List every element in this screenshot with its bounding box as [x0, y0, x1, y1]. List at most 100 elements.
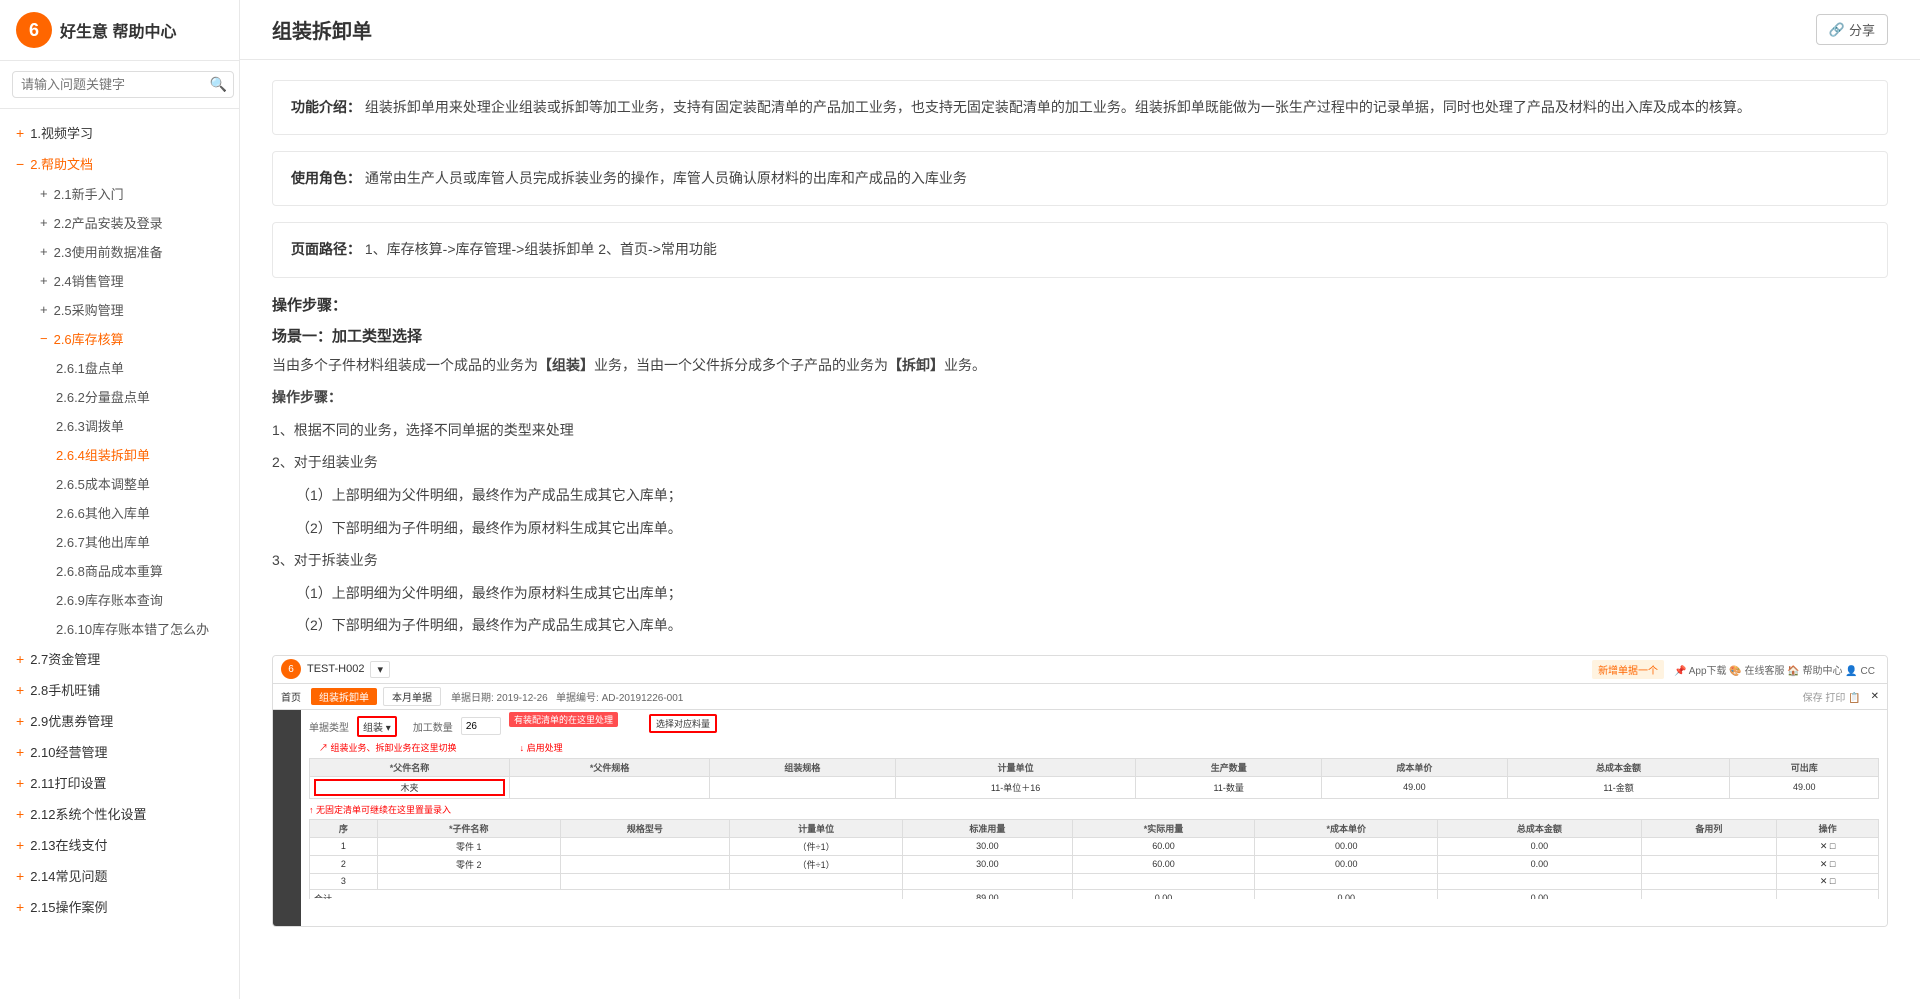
sidebar-item-finance[interactable]: + 2.7资金管理 — [0, 643, 239, 674]
mock-qty-input[interactable] — [461, 717, 501, 735]
sidebar-item-inventory-ledger[interactable]: 2.6.9库存账本查询 — [40, 585, 239, 614]
sidebar-item-label: 1.视频学习 — [30, 123, 93, 142]
th2-child-unit: 计量单位 — [730, 819, 903, 837]
mock-assembly-btn[interactable]: 组装拆卸单 — [311, 688, 377, 705]
logo-char: 6 — [29, 20, 39, 41]
sidebar-item-ops[interactable]: + 2.10经营管理 — [0, 736, 239, 767]
sidebar-item-label: 2.14常见问题 — [30, 866, 107, 885]
mock-date-row: 单据日期: 2019-12-26 单据编号: AD-20191226-001 — [451, 689, 683, 704]
scene1-step3b: （2）下部明细为子件明细，最终作为产成品生成其它入库单。 — [272, 612, 1888, 639]
td2-name3 — [377, 873, 560, 889]
sidebar-header: 6 好生意 帮助中心 — [0, 0, 239, 61]
th-spec: *父件规格 — [510, 758, 710, 776]
sidebar-item-video[interactable]: + 1.视频学习 — [0, 117, 239, 148]
sidebar-item-sales[interactable]: + 2.4销售管理 — [24, 266, 239, 295]
sidebar-item-settings[interactable]: + 2.12系统个性化设置 — [0, 798, 239, 829]
mock-lower-table-container: 序 *子件名称 规格型号 计量单位 标准用量 *实际用量 *成本单价 总成本金额 — [309, 819, 1879, 899]
mock-btn-select[interactable]: 选择对应料量 — [649, 714, 717, 733]
th2-cost-unit: *成本单价 — [1255, 819, 1438, 837]
th2-standard-qty: 标准用量 — [903, 819, 1073, 837]
sidebar-item-online-pay[interactable]: + 2.13在线支付 — [0, 829, 239, 860]
td2-footer-actual: 0.00 — [1072, 889, 1255, 899]
sidebar-item-other-outbound[interactable]: 2.6.7其他出库单 — [40, 527, 239, 556]
sidebar-item-case[interactable]: + 2.15操作案例 — [0, 891, 239, 922]
sidebar-item-mobile[interactable]: + 2.8手机旺铺 — [0, 674, 239, 705]
sidebar-item-label: 2.帮助文档 — [30, 154, 93, 173]
mock-close-icon[interactable]: ✕ — [1871, 691, 1879, 702]
sidebar-level3-nav: 2.6.1盘点单 2.6.2分量盘点单 2.6.3调拨单 2.6.4组装拆卸单 … — [24, 353, 239, 643]
search-input[interactable] — [12, 71, 234, 98]
main-content: 组装拆卸单 🔗 分享 功能介绍： 组装拆卸单用来处理企业组装或拆卸等加工业务，支… — [240, 0, 1920, 999]
logo-title: 好生意 帮助中心 — [60, 18, 176, 42]
sidebar-item-inventory[interactable]: − 2.6库存核算 — [24, 324, 239, 353]
sidebar-item-stocktaking[interactable]: 2.6.1盘点单 — [40, 353, 239, 382]
role-label: 使用角色： — [291, 170, 361, 186]
td2-footer-total: 0.00 — [1438, 889, 1641, 899]
mock-month-btn[interactable]: 本月单据 — [383, 687, 441, 706]
share-button[interactable]: 🔗 分享 — [1816, 14, 1888, 45]
mock-td-total: 11-金额 — [1507, 776, 1730, 798]
sidebar-item-help-doc[interactable]: − 2.帮助文档 — [0, 148, 239, 179]
td2-name2: 零件 2 — [377, 855, 560, 873]
sidebar-item-faq[interactable]: + 2.14常见问题 — [0, 860, 239, 891]
scene1-desc: 当由多个子件材料组装成一个成品的业务为【组装】业务，当由一个父件拆分成多个子产品… — [272, 352, 1888, 379]
td2-ops3[interactable]: ✕ □ — [1777, 873, 1879, 889]
mock-home-label: 首页 — [281, 689, 301, 704]
intro-label: 功能介绍： — [291, 99, 361, 115]
mock-mini-sidebar — [273, 710, 301, 926]
sidebar-item-data-prep[interactable]: + 2.3使用前数据准备 — [24, 237, 239, 266]
th2-child: *子件名称 — [377, 819, 560, 837]
search-icon[interactable]: 🔍 — [210, 76, 227, 93]
sidebar-item-transfer[interactable]: 2.6.3调拨单 — [40, 411, 239, 440]
screenshot-image: 6 TEST-H002 ▾ 新增单据一个 📌 App下载 🎨 在线客服 🏠 帮助… — [273, 656, 1887, 926]
sidebar-item-other-inbound[interactable]: 2.6.6其他入库单 — [40, 498, 239, 527]
td2-unit3 — [730, 873, 903, 889]
sidebar-item-label: 2.15操作案例 — [30, 897, 107, 916]
td2-actual3 — [1072, 873, 1255, 889]
sidebar-item-label: 2.12系统个性化设置 — [30, 804, 146, 823]
td2-ops1[interactable]: ✕ □ — [1777, 837, 1879, 855]
mock-annotation-enable: ↓ 启用处理 — [520, 743, 563, 753]
plus-icon: + — [40, 186, 48, 201]
sidebar-item-newbie[interactable]: + 2.1新手入门 — [24, 179, 239, 208]
nav-sub-label: 2.5采购管理 — [54, 300, 124, 319]
page-title: 组装拆卸单 — [272, 15, 372, 44]
scene1-step3: 3、对于拆装业务 — [272, 547, 1888, 574]
plus-icon: + — [16, 837, 24, 853]
sidebar-item-print[interactable]: + 2.11打印设置 — [0, 767, 239, 798]
plus-icon: + — [40, 215, 48, 230]
path-label: 页面路径： — [291, 241, 361, 257]
th-cost-unit: 成本单价 — [1322, 758, 1508, 776]
sidebar-item-purchase[interactable]: + 2.5采购管理 — [24, 295, 239, 324]
mock-type-select[interactable]: 组装 ▾ — [357, 716, 397, 737]
td2-avail2 — [1641, 855, 1777, 873]
sidebar-item-coupon[interactable]: + 2.9优惠券管理 — [0, 705, 239, 736]
nav-sub-label: 2.6.10库存账本错了怎么办 — [56, 619, 209, 638]
td2-ops2[interactable]: ✕ □ — [1777, 855, 1879, 873]
scene1-step2b: （2）下部明细为子件明细，最终作为原材料生成其它出库单。 — [272, 515, 1888, 542]
content-area: 功能介绍： 组装拆卸单用来处理企业组装或拆卸等加工业务，支持有固定装配清单的产品… — [240, 60, 1920, 947]
mock-annotation-type: ↗ 组装业务、拆卸业务在这里切换 — [319, 743, 457, 753]
mock-type-label: 单据类型 — [309, 719, 349, 734]
td2-avail3 — [1641, 873, 1777, 889]
sidebar-item-cost-adjust[interactable]: 2.6.5成本调整单 — [40, 469, 239, 498]
mock-dropdown[interactable]: ▾ — [370, 661, 390, 678]
mock-td-qty: 11-数量 — [1136, 776, 1322, 798]
scene1-step3a: （1）上部明细为父件明细，最终作为原材料生成其它出库单； — [272, 580, 1888, 607]
sidebar-item-assembly[interactable]: 2.6.4组装拆卸单 — [40, 440, 239, 469]
sidebar-item-cost-recalc[interactable]: 2.6.8商品成本重算 — [40, 556, 239, 585]
nav-sub-label: 2.1新手入门 — [54, 184, 124, 203]
mock-new-doc-btn[interactable]: 新增单据一个 — [1592, 660, 1664, 679]
path-text: 1、库存核算->库存管理->组装拆卸单 2、首页->常用功能 — [365, 241, 717, 257]
sidebar-item-label: 2.11打印设置 — [30, 773, 106, 792]
nav-sub-label: 2.6.6其他入库单 — [56, 503, 150, 522]
td2-cost1: 00.00 — [1255, 837, 1438, 855]
th-out: 可出库 — [1730, 758, 1879, 776]
td2-footer-ops — [1777, 889, 1879, 899]
sidebar-item-ledger-error[interactable]: 2.6.10库存账本错了怎么办 — [40, 614, 239, 643]
plus-icon: + — [16, 899, 24, 915]
sidebar-item-install[interactable]: + 2.2产品安装及登录 — [24, 208, 239, 237]
sidebar-item-split-stock[interactable]: 2.6.2分量盘点单 — [40, 382, 239, 411]
nav-sub-label: 2.3使用前数据准备 — [54, 242, 163, 261]
plus-icon: + — [16, 125, 24, 141]
